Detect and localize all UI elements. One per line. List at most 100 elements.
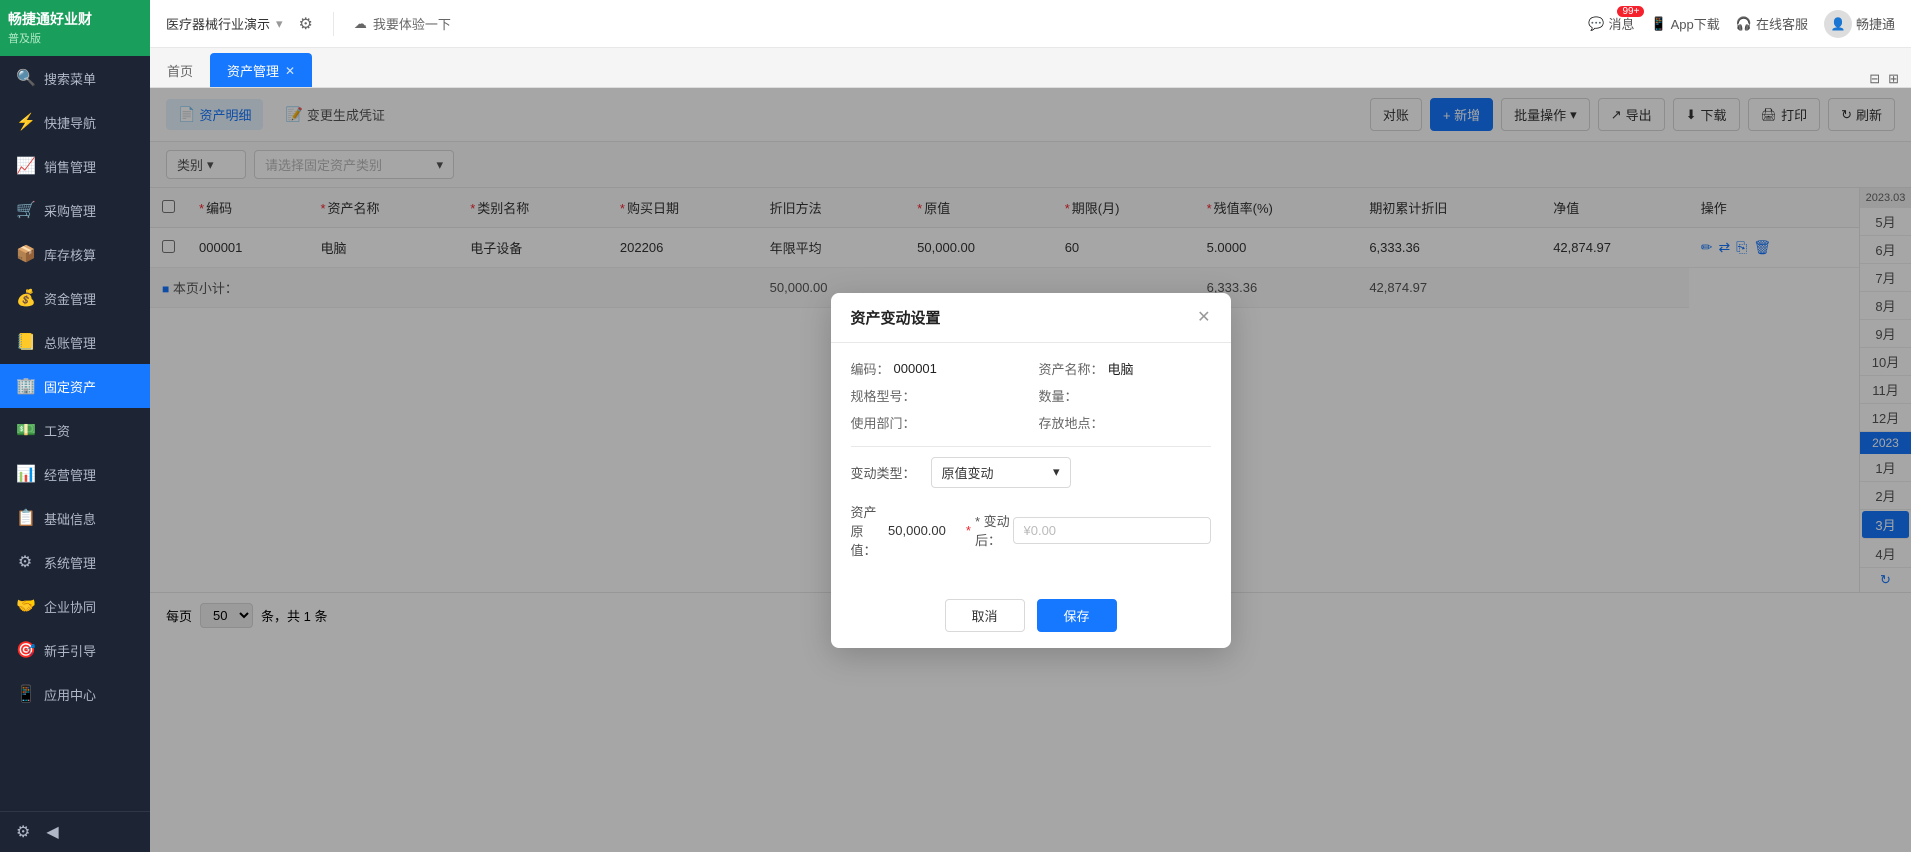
modal-original-value-display: 50,000.00 <box>888 523 946 538</box>
modal-quantity-field: 数量： <box>1039 386 1211 405</box>
experience-button[interactable]: ☁ 我要体验一下 <box>354 14 451 33</box>
sidebar: 畅捷通好业财 普及版 🔍 搜索菜单 ⚡ 快捷导航 📈 销售管理 🛒 采购管理 📦… <box>0 0 150 852</box>
purchase-icon: 🛒 <box>16 200 34 220</box>
sidebar-item-funds[interactable]: 💰 资金管理 <box>0 276 150 320</box>
sidebar-footer: ⚙ ◀ <box>0 811 150 852</box>
sidebar-item-ledger[interactable]: 📒 总账管理 <box>0 320 150 364</box>
sidebar-item-search[interactable]: 🔍 搜索菜单 <box>0 56 150 100</box>
sidebar-item-label: 快捷导航 <box>44 113 96 132</box>
tab-home-label: 首页 <box>167 61 193 80</box>
ledger-icon: 📒 <box>16 332 34 352</box>
cloud-icon: ☁ <box>354 16 367 32</box>
modal-title: 资产变动设置 <box>851 307 941 328</box>
quicknav-icon: ⚡ <box>16 112 34 132</box>
sidebar-item-label: 搜索菜单 <box>44 69 96 88</box>
app-edition: 普及版 <box>8 30 92 46</box>
modal-name-field: 资产名称： 电脑 <box>1039 359 1211 378</box>
funds-icon: 💰 <box>16 288 34 308</box>
sidebar-item-basic-info[interactable]: 📋 基础信息 <box>0 496 150 540</box>
modal-name-value: 电脑 <box>1108 359 1134 378</box>
topbar: 医疗器械行业演示 ▾ ⚙ ☁ 我要体验一下 💬 消息 99+ 📱 App下载 🎧… <box>150 0 1911 48</box>
sidebar-item-label: 经营管理 <box>44 465 96 484</box>
settings-icon[interactable]: ⚙ <box>16 822 30 842</box>
sidebar-item-operations[interactable]: 📊 经营管理 <box>0 452 150 496</box>
after-change-input[interactable] <box>1013 517 1211 544</box>
search-icon: 🔍 <box>16 68 34 88</box>
save-button[interactable]: 保存 <box>1037 599 1117 632</box>
inventory-icon: 📦 <box>16 244 34 264</box>
modal-close-button[interactable]: ✕ <box>1197 307 1210 327</box>
sidebar-item-payroll[interactable]: 💵 工资 <box>0 408 150 452</box>
user-menu[interactable]: 👤 畅捷通 <box>1824 10 1895 38</box>
modal-department-label: 使用部门： <box>851 413 916 432</box>
sidebar-item-fixed-assets[interactable]: 🏢 固定资产 <box>0 364 150 408</box>
tabbar: 首页 资产管理 ✕ ⊟ ⊞ <box>150 48 1911 88</box>
app-download-button[interactable]: 📱 App下载 <box>1650 14 1719 33</box>
sidebar-item-purchase[interactable]: 🛒 采购管理 <box>0 188 150 232</box>
sales-icon: 📈 <box>16 156 34 176</box>
sidebar-item-collab[interactable]: 🤝 企业协同 <box>0 584 150 628</box>
tab-close-icon[interactable]: ✕ <box>285 64 295 78</box>
modal-department-field: 使用部门： <box>851 413 1023 432</box>
modal-change-type-label: 变动类型： <box>851 463 931 482</box>
minimize-icon[interactable]: ⊟ <box>1869 71 1880 87</box>
sidebar-item-app-center[interactable]: 📱 应用中心 <box>0 672 150 716</box>
notification-button[interactable]: 💬 消息 99+ <box>1588 14 1634 33</box>
chevron-down-icon: ▾ <box>1053 464 1060 480</box>
sidebar-item-label: 总账管理 <box>44 333 96 352</box>
topbar-right: 💬 消息 99+ 📱 App下载 🎧 在线客服 👤 畅捷通 <box>1588 10 1895 38</box>
basic-info-icon: 📋 <box>16 508 34 528</box>
modal-info-grid: 编码： 000001 资产名称： 电脑 规格型号： 数量： <box>851 359 1211 432</box>
collapse-icon[interactable]: ◀ <box>46 822 58 842</box>
modal-body: 编码： 000001 资产名称： 电脑 规格型号： 数量： <box>831 343 1231 589</box>
modal-after-change-label: * 变动后： <box>975 511 1013 549</box>
bell-icon: 💬 <box>1588 16 1604 32</box>
cancel-button[interactable]: 取消 <box>945 599 1025 632</box>
modal-location-field: 存放地点： <box>1039 413 1211 432</box>
asset-change-modal: 资产变动设置 ✕ 编码： 000001 资产名称： 电脑 <box>831 293 1231 648</box>
sidebar-item-label: 应用中心 <box>44 685 96 704</box>
sidebar-item-inventory[interactable]: 📦 库存核算 <box>0 232 150 276</box>
sidebar-item-label: 工资 <box>44 421 70 440</box>
modal-divider <box>851 446 1211 447</box>
sidebar-item-label: 企业协同 <box>44 597 96 616</box>
change-type-value: 原值变动 <box>942 463 994 482</box>
sidebar-item-system[interactable]: ⚙ 系统管理 <box>0 540 150 584</box>
mobile-icon: 📱 <box>1650 16 1666 32</box>
modal-overlay: 资产变动设置 ✕ 编码： 000001 资产名称： 电脑 <box>150 88 1911 852</box>
sidebar-item-guide[interactable]: 🎯 新手引导 <box>0 628 150 672</box>
online-service-button[interactable]: 🎧 在线客服 <box>1736 14 1808 33</box>
modal-location-label: 存放地点： <box>1039 413 1104 432</box>
tab-home[interactable]: 首页 <box>150 53 210 87</box>
sidebar-item-label: 采购管理 <box>44 201 96 220</box>
sidebar-item-label: 资金管理 <box>44 289 96 308</box>
fixed-assets-icon: 🏢 <box>16 376 34 396</box>
maximize-icon[interactable]: ⊞ <box>1888 71 1899 87</box>
sidebar-item-label: 固定资产 <box>44 377 96 396</box>
tab-assets[interactable]: 资产管理 ✕ <box>210 53 312 87</box>
modal-code-label: 编码： <box>851 359 890 378</box>
sidebar-item-label: 基础信息 <box>44 509 96 528</box>
sidebar-header: 畅捷通好业财 普及版 <box>0 0 150 56</box>
modal-code-field: 编码： 000001 <box>851 359 1023 378</box>
online-service-label: 在线客服 <box>1756 14 1808 33</box>
sidebar-item-sales[interactable]: 📈 销售管理 <box>0 144 150 188</box>
modal-change-type-field: 变动类型： 原值变动 ▾ <box>851 457 1211 488</box>
tab-maximize-area: ⊟ ⊞ <box>1857 71 1911 87</box>
collab-icon: 🤝 <box>16 596 34 616</box>
experience-label: 我要体验一下 <box>373 14 451 33</box>
app-name: 畅捷通好业财 <box>8 10 92 28</box>
sidebar-item-label: 库存核算 <box>44 245 96 264</box>
settings-gear-icon[interactable]: ⚙ <box>299 14 313 34</box>
modal-header: 资产变动设置 ✕ <box>831 293 1231 343</box>
main: 医疗器械行业演示 ▾ ⚙ ☁ 我要体验一下 💬 消息 99+ 📱 App下载 🎧… <box>150 0 1911 852</box>
username: 畅捷通 <box>1856 14 1895 33</box>
operations-icon: 📊 <box>16 464 34 484</box>
modal-change-type-select[interactable]: 原值变动 ▾ <box>931 457 1071 488</box>
notification-badge: 99+ <box>1617 6 1644 17</box>
company-selector[interactable]: 医疗器械行业演示 ▾ <box>166 14 283 33</box>
system-icon: ⚙ <box>16 552 34 572</box>
sidebar-item-quicknav[interactable]: ⚡ 快捷导航 <box>0 100 150 144</box>
modal-spec-field: 规格型号： <box>851 386 1023 405</box>
required-star: * <box>966 523 971 538</box>
